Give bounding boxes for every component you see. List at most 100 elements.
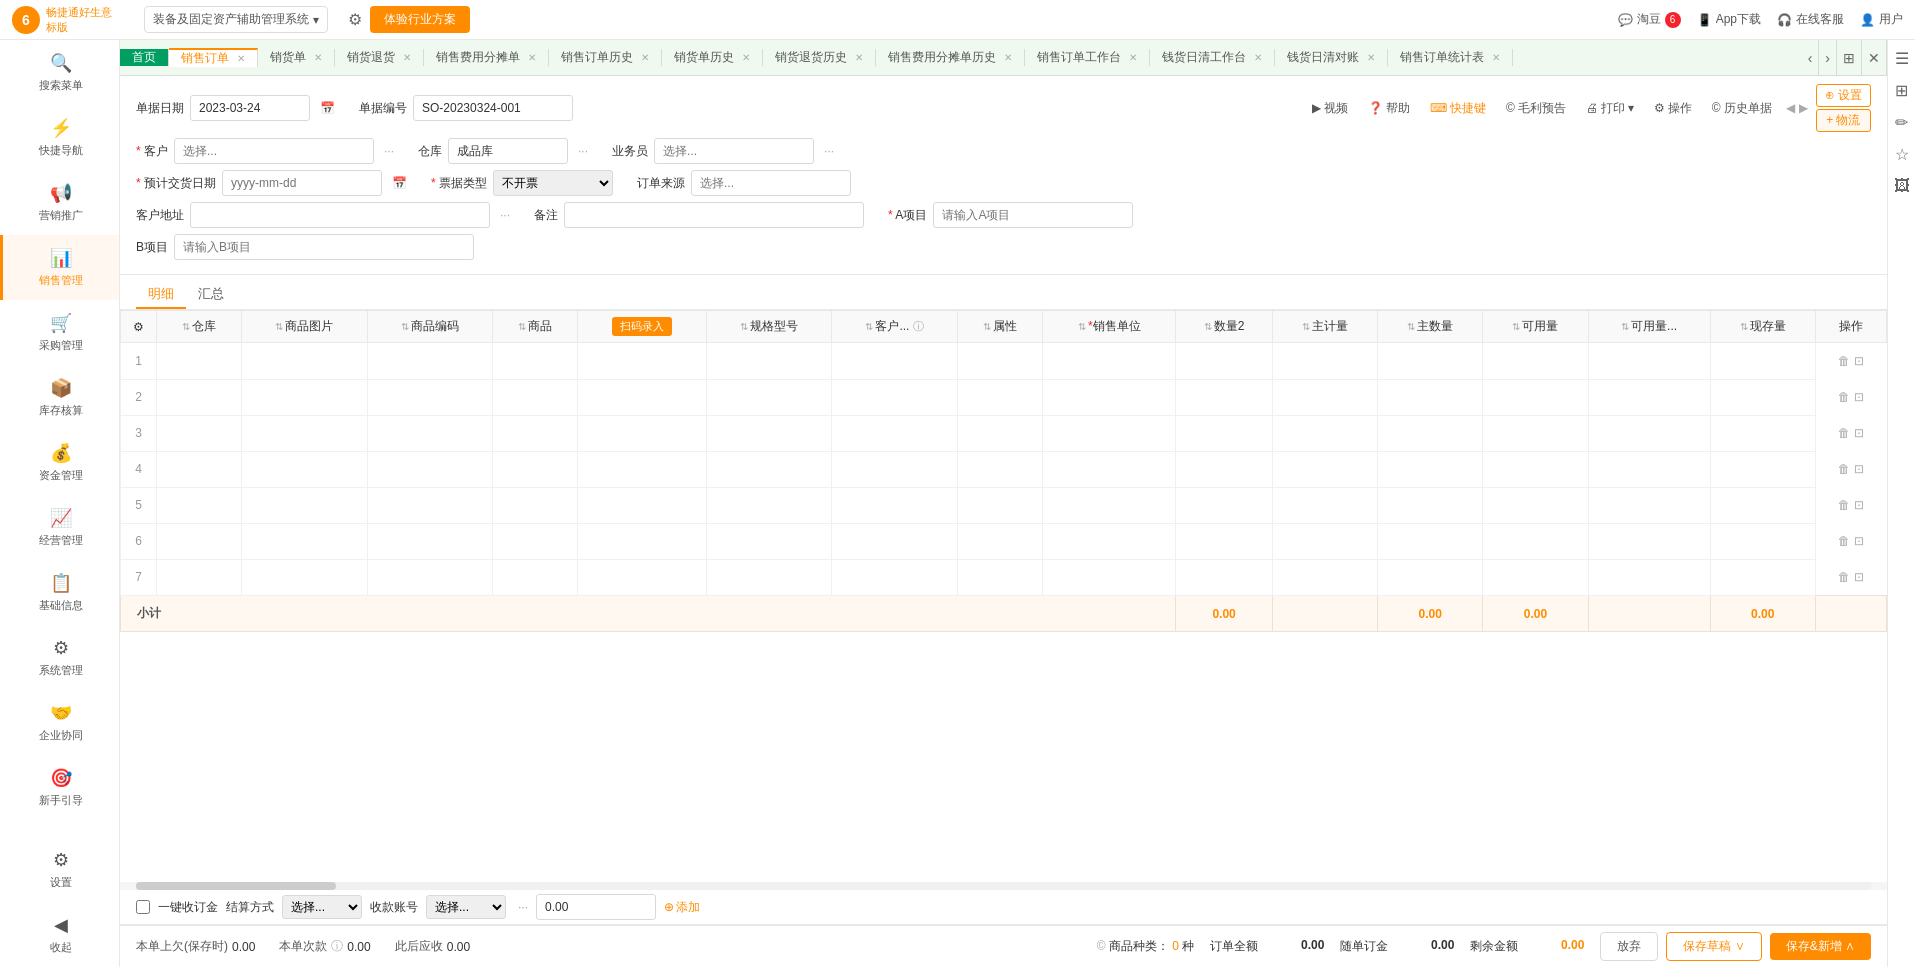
add-payment-btn[interactable]: ⊕ 添加 (664, 899, 700, 916)
gear-icon[interactable]: ⚙ (348, 10, 362, 29)
one-key-checkbox[interactable] (136, 900, 150, 914)
col-settings[interactable]: ⚙ (121, 311, 157, 343)
row-copy-icon[interactable]: ⊡ (1854, 498, 1864, 512)
print-btn[interactable]: 🖨 打印 ▾ (1580, 98, 1640, 119)
sidebar-item-9[interactable]: ⚙系统管理 (0, 625, 119, 690)
right-icon-layout[interactable]: ⊞ (1888, 76, 1916, 104)
col-qty2[interactable]: ⇅数量2 (1176, 311, 1272, 343)
sidebar-item-1[interactable]: ⚡快捷导航 (0, 105, 119, 170)
tab-prev-btn[interactable]: ‹ (1802, 40, 1820, 75)
tab-item-4[interactable]: 销售费用分摊单✕ (424, 49, 549, 66)
remarks-input[interactable] (564, 202, 864, 228)
tab-close-x-4[interactable]: ✕ (528, 52, 536, 63)
sidebar-item-6[interactable]: 💰资金管理 (0, 430, 119, 495)
tab-item-10[interactable]: 钱货日清工作台✕ (1150, 49, 1275, 66)
view-btn[interactable]: ▶ 视频 (1306, 98, 1354, 119)
horizontal-scrollbar[interactable] (136, 882, 1871, 890)
add-logistics-btn[interactable]: + 物流 (1816, 109, 1871, 132)
row-delete-icon[interactable]: 🗑 (1838, 570, 1850, 584)
sidebar-item-settings[interactable]: ⚙ 设置 (0, 837, 119, 902)
customer-input[interactable] (174, 138, 374, 164)
tab-item-2[interactable]: 销货单✕ (258, 49, 335, 66)
customer-address-input[interactable] (190, 202, 490, 228)
col-attribute[interactable]: ⇅属性 (958, 311, 1043, 343)
tab-item-6[interactable]: 销货单历史✕ (662, 49, 763, 66)
salesperson-input[interactable] (654, 138, 814, 164)
save-new-btn[interactable]: 保存&新增 ∧ (1770, 933, 1871, 960)
row-delete-icon[interactable]: 🗑 (1838, 426, 1850, 440)
tab-close-x-12[interactable]: ✕ (1492, 52, 1500, 63)
col-scan[interactable]: 扫码录入 (578, 311, 707, 343)
sidebar-item-11[interactable]: 🎯新手引导 (0, 755, 119, 820)
tab-item-0[interactable]: 首页 (120, 49, 169, 66)
right-icon-image[interactable]: 🖼 (1888, 172, 1916, 200)
save-draft-btn[interactable]: 保存草稿 ∨ (1666, 932, 1761, 961)
tab-item-11[interactable]: 钱货日清对账✕ (1275, 49, 1388, 66)
sidebar-item-4[interactable]: 🛒采购管理 (0, 300, 119, 365)
trial-btn[interactable]: 体验行业方案 (370, 6, 470, 33)
online-service-item[interactable]: 🎧 在线客服 (1777, 11, 1844, 28)
tab-item-8[interactable]: 销售费用分摊单历史✕ (876, 49, 1025, 66)
row-copy-icon[interactable]: ⊡ (1854, 426, 1864, 440)
order-source-input[interactable] (691, 170, 851, 196)
sidebar-item-10[interactable]: 🤝企业协同 (0, 690, 119, 755)
tab-close-x-9[interactable]: ✕ (1129, 52, 1137, 63)
tab-close-x-11[interactable]: ✕ (1367, 52, 1375, 63)
scrollbar-thumb[interactable] (136, 882, 336, 890)
col-image[interactable]: ⇅商品图片 (242, 311, 367, 343)
tab-item-3[interactable]: 销货退货✕ (335, 49, 424, 66)
col-customer-code[interactable]: ⇅客户... ⓘ (832, 311, 958, 343)
right-icon-edit[interactable]: ✏ (1888, 108, 1916, 136)
row-delete-icon[interactable]: 🗑 (1838, 498, 1850, 512)
tab-close-btn[interactable]: ✕ (1862, 40, 1887, 75)
history-btn[interactable]: © 历史单据 (1706, 98, 1778, 119)
col-sales-unit[interactable]: ⇅*销售单位 (1043, 311, 1176, 343)
sidebar-item-5[interactable]: 📦库存核算 (0, 365, 119, 430)
tab-close-x-6[interactable]: ✕ (742, 52, 750, 63)
row-copy-icon[interactable]: ⊡ (1854, 354, 1864, 368)
tab-item-9[interactable]: 销售订单工作台✕ (1025, 49, 1150, 66)
b-project-input[interactable] (174, 234, 474, 260)
sidebar-item-2[interactable]: 📢营销推广 (0, 170, 119, 235)
col-available2[interactable]: ⇅可用量... (1588, 311, 1710, 343)
discard-btn[interactable]: 放弃 (1600, 932, 1658, 961)
tab-next-btn[interactable]: › (1819, 40, 1837, 75)
payment-amount-input[interactable] (536, 894, 656, 920)
tab-item-5[interactable]: 销售订单历史✕ (549, 49, 662, 66)
sidebar-item-3[interactable]: 📊销售管理 (0, 235, 119, 300)
col-main-qty[interactable]: ⇅主数量 (1378, 311, 1483, 343)
tab-close-x-1[interactable]: ✕ (237, 53, 245, 64)
table-scroll-area[interactable]: ⚙ ⇅仓库 ⇅商品图片 ⇅商品编码 ⇅商品 扫码录入 ⇅规格型号 ⇅客户... … (120, 310, 1887, 882)
sidebar-item-collapse[interactable]: ◀ 收起 (0, 902, 119, 967)
col-available[interactable]: ⇅可用量 (1483, 311, 1588, 343)
tab-item-1[interactable]: 销售订单✕ (169, 48, 258, 67)
right-icon-star[interactable]: ☆ (1888, 140, 1916, 168)
notification-item[interactable]: 💬 淘豆 6 (1618, 11, 1681, 28)
row-delete-icon[interactable]: 🗑 (1838, 354, 1850, 368)
row-delete-icon[interactable]: 🗑 (1838, 534, 1850, 548)
col-spec[interactable]: ⇅规格型号 (706, 311, 831, 343)
settlement-select[interactable]: 选择... (282, 895, 362, 919)
delivery-input[interactable] (222, 170, 382, 196)
col-code[interactable]: ⇅商品编码 (367, 311, 492, 343)
tab-summary[interactable]: 汇总 (186, 281, 236, 309)
col-product[interactable]: ⇅商品 (492, 311, 577, 343)
date-input[interactable] (190, 95, 310, 121)
col-warehouse[interactable]: ⇅仓库 (157, 311, 242, 343)
tab-close-x-3[interactable]: ✕ (403, 52, 411, 63)
warehouse-input[interactable] (448, 138, 568, 164)
shortcut-btn[interactable]: ⌨ 快捷键 (1424, 98, 1492, 119)
system-selector[interactable]: 装备及固定资产辅助管理系统 ▾ (144, 6, 328, 33)
tab-more-btn[interactable]: ⊞ (1837, 40, 1862, 75)
delivery-calendar-icon[interactable]: 📅 (392, 176, 407, 190)
tab-close-x-5[interactable]: ✕ (641, 52, 649, 63)
row-delete-icon[interactable]: 🗑 (1838, 462, 1850, 476)
tab-close-x-7[interactable]: ✕ (855, 52, 863, 63)
tab-item-12[interactable]: 销售订单统计表✕ (1388, 49, 1513, 66)
sidebar-item-0[interactable]: 🔍搜索菜单 (0, 40, 119, 105)
customer-more-btn[interactable]: ··· (384, 144, 394, 158)
col-stock[interactable]: ⇅现存量 (1710, 311, 1815, 343)
user-item[interactable]: 👤 用户 (1860, 11, 1903, 28)
a-project-input[interactable] (933, 202, 1133, 228)
tab-item-7[interactable]: 销货退货历史✕ (763, 49, 876, 66)
